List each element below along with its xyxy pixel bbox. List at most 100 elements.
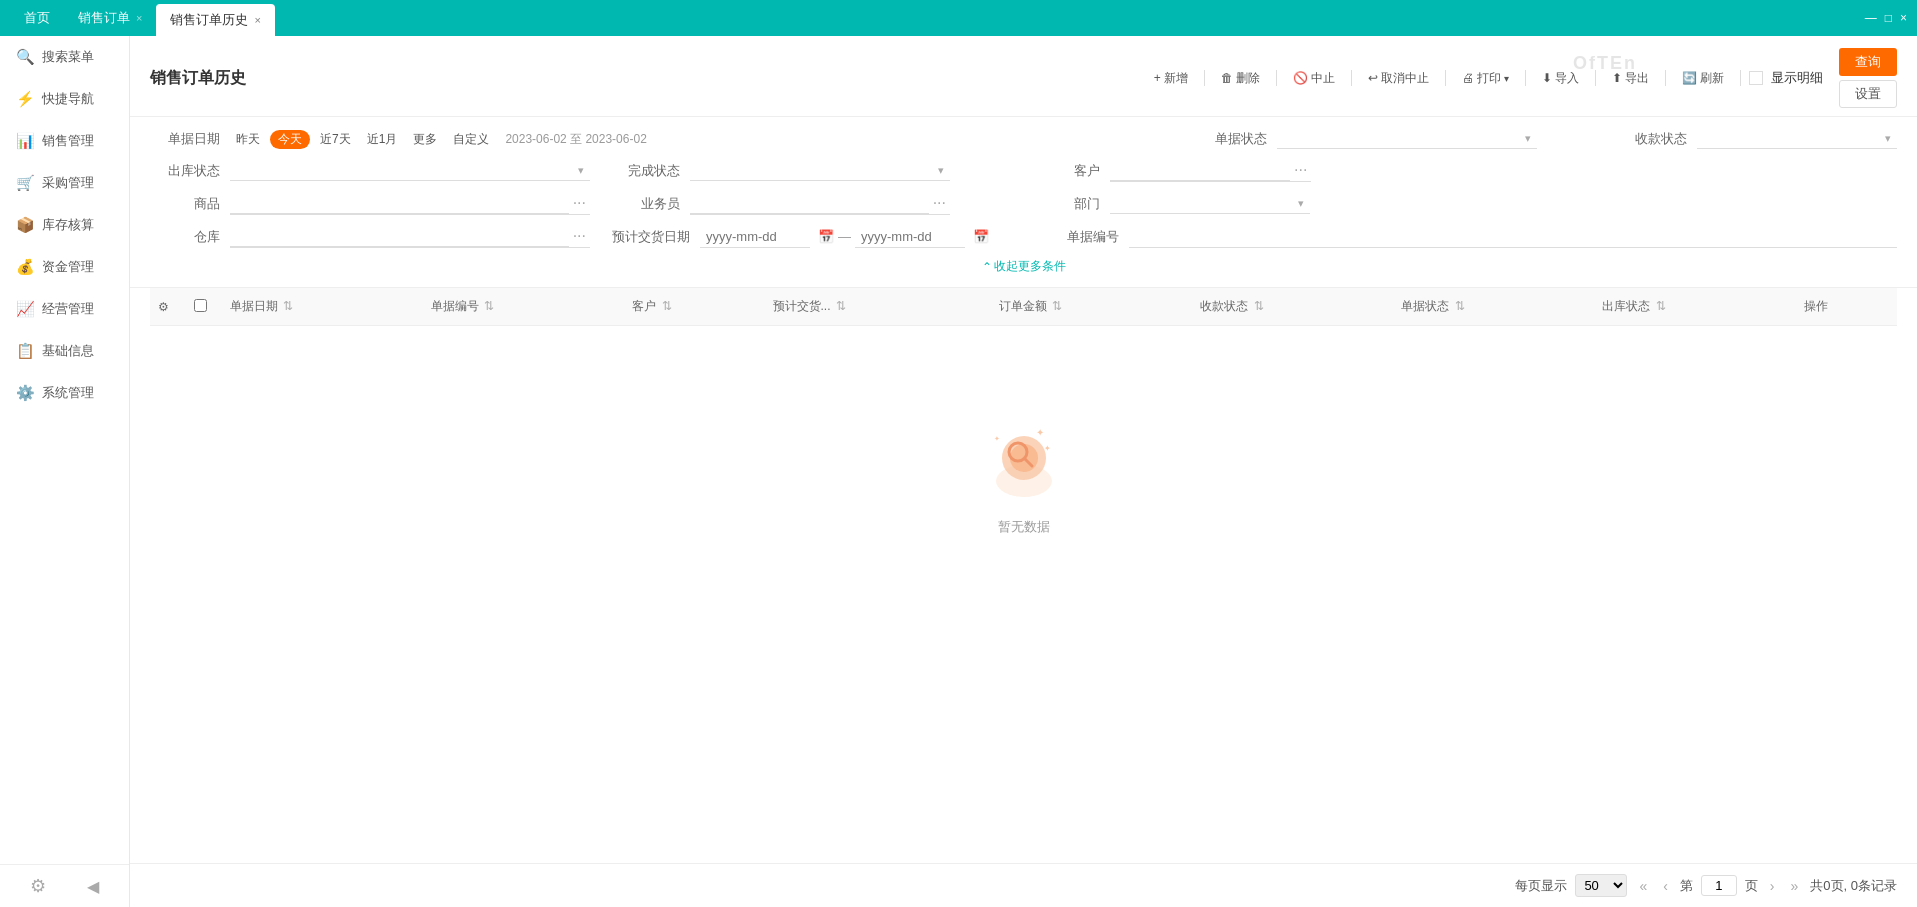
col-date-sort[interactable]: ⇅ xyxy=(283,299,293,313)
sidebar-settings-icon[interactable]: ⚙ xyxy=(30,875,46,897)
sidebar-item-sales-mgmt-label: 销售管理 xyxy=(42,132,94,150)
warehouse-dots[interactable]: ··· xyxy=(569,227,590,245)
print-icon: 🖨 xyxy=(1462,71,1474,85)
sidebar-item-search-menu-label: 搜索菜单 xyxy=(42,48,94,66)
window-maximize[interactable]: □ xyxy=(1885,11,1892,25)
date-from-input[interactable] xyxy=(700,226,810,248)
sidebar-item-fund-mgmt-label: 资金管理 xyxy=(42,258,94,276)
customer-dots[interactable]: ··· xyxy=(1290,161,1311,179)
date-tab-today[interactable]: 今天 xyxy=(270,130,310,149)
quick-nav-icon: ⚡ xyxy=(16,90,34,108)
sidebar-item-sales-mgmt[interactable]: 📊 销售管理 xyxy=(0,120,129,162)
date-tab-more[interactable]: 更多 xyxy=(407,130,443,149)
complete-status-select[interactable]: ▾ xyxy=(690,161,950,181)
delete-button[interactable]: 🗑 删除 xyxy=(1213,66,1268,91)
order-number-input[interactable] xyxy=(1129,226,1897,248)
add-button[interactable]: + 新增 xyxy=(1146,66,1196,91)
department-select[interactable]: ▾ xyxy=(1110,194,1310,214)
tab-home[interactable]: 首页 xyxy=(10,0,64,36)
col-order-status-sort[interactable]: ⇅ xyxy=(1455,299,1465,313)
setting-button[interactable]: 设置 xyxy=(1839,80,1897,108)
expected-date-label: 预计交货日期 xyxy=(610,228,700,246)
svg-text:✦: ✦ xyxy=(1036,427,1044,438)
empty-state-row: ✦ ✦ ✦ 暂无数据 xyxy=(150,326,1897,617)
tab-sales-order[interactable]: 销售订单 × xyxy=(64,0,156,36)
refresh-button[interactable]: 🔄 刷新 xyxy=(1674,66,1732,91)
sidebar-item-fund-mgmt[interactable]: 💰 资金管理 xyxy=(0,246,129,288)
col-check[interactable] xyxy=(186,288,222,326)
date-tab-yesterday[interactable]: 昨天 xyxy=(230,130,266,149)
sidebar-item-search-menu[interactable]: 🔍 搜索菜单 xyxy=(0,36,129,78)
col-stock-status-sort[interactable]: ⇅ xyxy=(1656,299,1666,313)
svg-text:✦: ✦ xyxy=(994,435,1000,442)
col-expected-date-sort[interactable]: ⇅ xyxy=(836,299,846,313)
collapse-link[interactable]: ⌃ 收起更多条件 xyxy=(150,258,1897,275)
order-status-select[interactable]: ▾ xyxy=(1277,129,1537,149)
tab-sales-order-history-close[interactable]: × xyxy=(254,14,260,26)
sidebar-item-system-mgmt[interactable]: ⚙️ 系统管理 xyxy=(0,372,129,414)
stock-out-select[interactable]: ▾ xyxy=(230,161,590,181)
date-tab-custom[interactable]: 自定义 xyxy=(447,130,495,149)
date-to-input[interactable] xyxy=(855,226,965,248)
stop-button[interactable]: 🚫 中止 xyxy=(1285,66,1343,91)
settings-icon[interactable]: ⚙ xyxy=(158,300,169,314)
col-customer-sort[interactable]: ⇅ xyxy=(662,299,672,313)
order-status-label: 单据状态 xyxy=(1197,130,1277,148)
stock-out-chevron: ▾ xyxy=(578,164,584,177)
payment-status-select[interactable]: ▾ xyxy=(1697,129,1897,149)
topbar-right: — □ × xyxy=(1865,11,1907,25)
sidebar-item-basic-info-label: 基础信息 xyxy=(42,342,94,360)
display-detail-label[interactable]: 显示明细 xyxy=(1749,69,1823,87)
tab-sales-order-close[interactable]: × xyxy=(136,12,142,24)
calendar-from-icon[interactable]: 📅 xyxy=(818,229,834,244)
first-page-button[interactable]: « xyxy=(1635,876,1651,896)
col-amount-sort[interactable]: ⇅ xyxy=(1052,299,1062,313)
calendar-to-icon[interactable]: 📅 xyxy=(973,229,989,244)
tab-sales-order-history[interactable]: 销售订单历史 × xyxy=(156,4,274,36)
sidebar-item-basic-info[interactable]: 📋 基础信息 xyxy=(0,330,129,372)
date-tab-1month[interactable]: 近1月 xyxy=(361,130,404,149)
goods-dots[interactable]: ··· xyxy=(569,194,590,212)
date-tab-7days[interactable]: 近7天 xyxy=(314,130,357,149)
sidebar-collapse-icon[interactable]: ◀ xyxy=(87,877,99,896)
salesperson-dots[interactable]: ··· xyxy=(929,194,950,212)
sidebar-item-inventory-calc[interactable]: 📦 库存核算 xyxy=(0,204,129,246)
next-page-button[interactable]: › xyxy=(1766,876,1779,896)
import-button[interactable]: ⬇ 导入 xyxy=(1534,66,1587,91)
export-button[interactable]: ⬆ 导出 xyxy=(1604,66,1657,91)
goods-input[interactable] xyxy=(230,192,569,214)
window-minimize[interactable]: — xyxy=(1865,11,1877,25)
col-settings[interactable]: ⚙ xyxy=(150,288,186,326)
col-stock-status-label: 出库状态 xyxy=(1602,299,1650,313)
date-range-text: 2023-06-02 至 2023-06-02 xyxy=(505,131,646,148)
ops-mgmt-icon: 📈 xyxy=(16,300,34,318)
display-detail-checkbox[interactable] xyxy=(1749,71,1763,85)
current-page-input[interactable] xyxy=(1701,875,1737,896)
data-table: ⚙ 单据日期 ⇅ 单据编号 ⇅ xyxy=(150,288,1897,616)
search-menu-icon: 🔍 xyxy=(16,48,34,66)
sidebar-item-quick-nav[interactable]: ⚡ 快捷导航 xyxy=(0,78,129,120)
department-label: 部门 xyxy=(1030,195,1110,213)
query-button[interactable]: 查询 xyxy=(1839,48,1897,76)
page-size-select[interactable]: 10 20 50 100 xyxy=(1575,874,1627,897)
sidebar-item-ops-mgmt[interactable]: 📈 经营管理 xyxy=(0,288,129,330)
customer-input[interactable] xyxy=(1110,159,1290,181)
col-number-sort[interactable]: ⇅ xyxy=(484,299,494,313)
col-payment-status-sort[interactable]: ⇅ xyxy=(1254,299,1264,313)
sidebar-item-purchase-mgmt[interactable]: 🛒 采购管理 xyxy=(0,162,129,204)
cancel-stop-button[interactable]: ↩ 取消中止 xyxy=(1360,66,1437,91)
select-all-checkbox[interactable] xyxy=(194,299,207,312)
divider-3 xyxy=(1351,70,1352,86)
filter-row-4: 仓库 ··· 预计交货日期 📅 — 📅 单据编号 xyxy=(150,225,1897,248)
empty-state: ✦ ✦ ✦ 暂无数据 xyxy=(150,326,1897,616)
filter-row-1: 单据日期 昨天 今天 近7天 近1月 更多 自定义 2023-06-02 至 2… xyxy=(150,129,1897,149)
salesperson-input[interactable] xyxy=(690,192,929,214)
print-button[interactable]: 🖨 打印 ▾ xyxy=(1454,66,1517,91)
last-page-button[interactable]: » xyxy=(1787,876,1803,896)
window-close[interactable]: × xyxy=(1900,11,1907,25)
warehouse-input[interactable] xyxy=(230,225,569,247)
prev-page-button[interactable]: ‹ xyxy=(1659,876,1672,896)
divider-2 xyxy=(1276,70,1277,86)
topbar: 首页 销售订单 × 销售订单历史 × — □ × xyxy=(0,0,1917,36)
tab-sales-order-label: 销售订单 xyxy=(78,9,130,27)
